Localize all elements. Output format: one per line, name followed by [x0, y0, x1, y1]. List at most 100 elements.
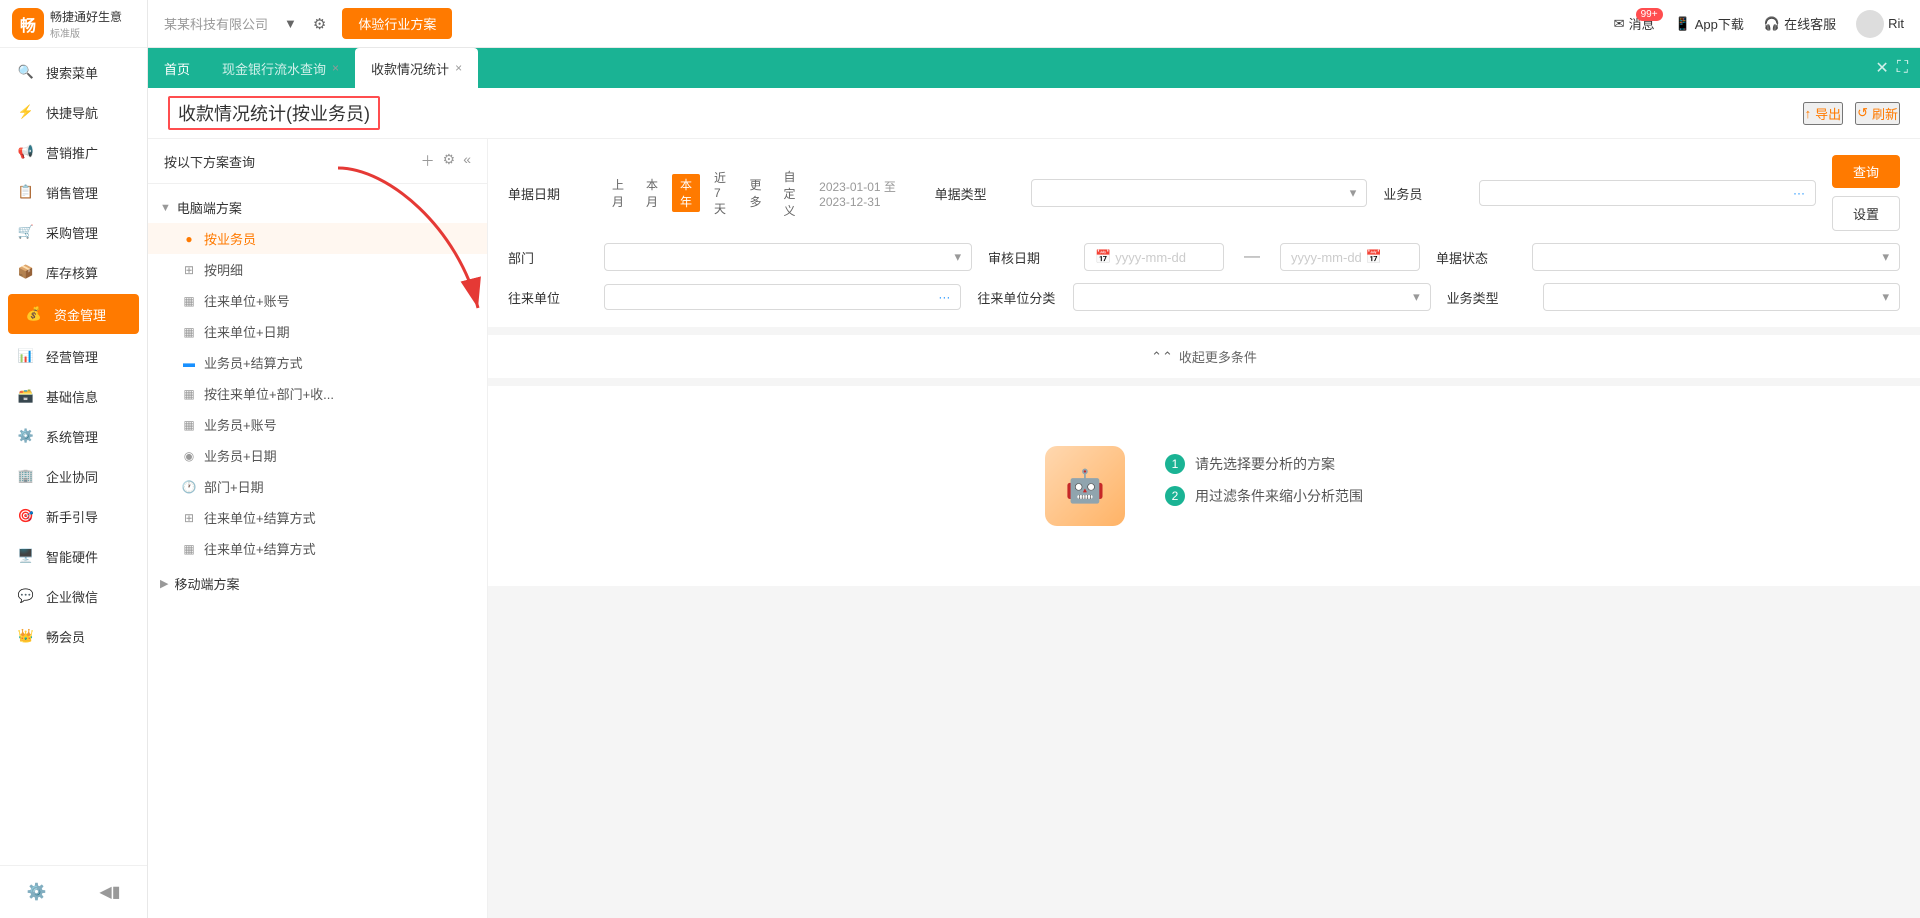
- collapse-up-icon: ⌃⌃: [1151, 349, 1173, 365]
- dept-date-icon: 🕐: [180, 478, 198, 496]
- sidebar-item-marketing[interactable]: 📢 营销推广: [0, 132, 147, 172]
- tab-bank-close[interactable]: ×: [332, 61, 339, 75]
- tree-item-dept-date[interactable]: 🕐 部门+日期: [148, 471, 487, 502]
- export-button[interactable]: ↑ 导出: [1803, 102, 1844, 125]
- tree-group-desktop-header[interactable]: ▼ 电脑端方案: [148, 192, 487, 223]
- counterparty-more-icon[interactable]: ···: [938, 290, 950, 304]
- tree-item-detail[interactable]: ⊞ 按明细: [148, 254, 487, 285]
- tree-item-unit-settlement2[interactable]: ▦ 往来单位+结算方式: [148, 533, 487, 564]
- sidebar-item-system[interactable]: ⚙️ 系统管理: [0, 416, 147, 456]
- content-layout: 按以下方案查询 ＋ ⚙ « ▼ 电脑端方案 ● 按业务员: [148, 139, 1920, 918]
- refresh-button[interactable]: ↺ 刷新: [1855, 102, 1900, 125]
- date-tab-lastmonth[interactable]: 上月: [604, 174, 632, 212]
- dept-arrow-icon: ▾: [954, 249, 961, 265]
- message-button[interactable]: ✉ 消息 99+: [1614, 14, 1655, 33]
- review-date-from[interactable]: 📅 yyyy-mm-dd: [1084, 243, 1224, 271]
- settings-button[interactable]: 设置: [1832, 196, 1900, 231]
- tree-item-salesperson-settlement[interactable]: ▬ 业务员+结算方式: [148, 347, 487, 378]
- detail-icon: ⊞: [180, 261, 198, 279]
- tab-home[interactable]: 首页: [148, 48, 206, 88]
- date-tab-thismonth[interactable]: 本月: [638, 174, 666, 212]
- tree-item-salesperson-account[interactable]: ▦ 业务员+账号: [148, 409, 487, 440]
- user-menu[interactable]: Rit: [1856, 10, 1904, 38]
- tree-group-mobile-header[interactable]: ▶ 移动端方案: [148, 568, 487, 599]
- doc-status-select[interactable]: ▾: [1532, 243, 1900, 271]
- headset-icon: 🎧: [1764, 16, 1780, 32]
- right-panel: 单据日期 上月 本月 本年 近7天 更多 自定义 2023-01-01 至 20…: [488, 139, 1920, 918]
- sidebar-item-sales[interactable]: 📋 销售管理: [0, 172, 147, 212]
- settings-scheme-icon[interactable]: ⚙: [443, 151, 456, 171]
- tree-item-unit-settlement1[interactable]: ⊞ 往来单位+结算方式: [148, 502, 487, 533]
- biz-type-select[interactable]: ▾: [1543, 283, 1900, 311]
- sidebar-item-quicknav[interactable]: ⚡ 快捷导航: [0, 92, 147, 132]
- message-icon: ✉: [1614, 16, 1625, 32]
- date-field: 上月 本月 本年 近7天 更多 自定义 2023-01-01 至 2023-12…: [604, 166, 919, 221]
- salesperson-more-icon[interactable]: ···: [1793, 186, 1805, 200]
- salesperson-select[interactable]: ···: [1479, 180, 1816, 206]
- unit-account-icon: ▦: [180, 292, 198, 310]
- collapse-icon[interactable]: ◀▮: [91, 874, 128, 910]
- tree-item-salesperson[interactable]: ● 按业务员: [148, 223, 487, 254]
- counterparty-cat-arrow-icon: ▾: [1413, 289, 1420, 305]
- gear-icon[interactable]: ⚙: [313, 15, 326, 33]
- sidebar-item-hardware[interactable]: 🖥️ 智能硬件: [0, 536, 147, 576]
- doctype-select[interactable]: ▾: [1031, 179, 1368, 207]
- sidebar-item-fund[interactable]: 💰 资金管理: [8, 294, 139, 334]
- tree-item-unit-account[interactable]: ▦ 往来单位+账号: [148, 285, 487, 316]
- empty-steps: 1 请先选择要分析的方案 2 用过滤条件来缩小分析范围: [1165, 454, 1363, 518]
- collapse-bar[interactable]: ⌃⌃ 收起更多条件: [488, 335, 1920, 378]
- tab-close-all-icon[interactable]: ✕: [1875, 58, 1888, 78]
- sidebar-item-basic[interactable]: 🗃️ 基础信息: [0, 376, 147, 416]
- dept-select[interactable]: ▾: [604, 243, 972, 271]
- date-tab-7days[interactable]: 近7天: [706, 167, 735, 219]
- tab-bank[interactable]: 现金银行流水查询 ×: [206, 48, 355, 88]
- review-date-to[interactable]: yyyy-mm-dd 📅: [1280, 243, 1420, 271]
- sidebar-item-company[interactable]: 🏢 企业协同: [0, 456, 147, 496]
- refresh-icon: ↺: [1857, 105, 1868, 121]
- logo-icon: 畅: [12, 8, 44, 40]
- date-tab-more[interactable]: 更多: [741, 174, 769, 212]
- counterparty-cat-label: 往来单位分类: [977, 288, 1057, 307]
- salesperson-date-icon: ◉: [180, 447, 198, 465]
- query-button[interactable]: 查询: [1832, 155, 1900, 188]
- collapse-panel-icon[interactable]: «: [463, 151, 471, 171]
- tree-item-unit-date[interactable]: ▦ 往来单位+日期: [148, 316, 487, 347]
- sidebar: 畅 畅捷通好生意 标准版 🔍 搜索菜单 ⚡ 快捷导航 📢 营销推广 📋 销售管理…: [0, 0, 148, 918]
- sidebar-item-search[interactable]: 🔍 搜索菜单: [0, 52, 147, 92]
- sidebar-item-wechat[interactable]: 💬 企业微信: [0, 576, 147, 616]
- tab-collection[interactable]: 收款情况统计 ×: [355, 48, 478, 88]
- sidebar-item-guide[interactable]: 🎯 新手引导: [0, 496, 147, 536]
- settings-icon[interactable]: ⚙️: [18, 874, 54, 910]
- sidebar-item-stock[interactable]: 📦 库存核算: [0, 252, 147, 292]
- date-tab-thisyear[interactable]: 本年: [672, 174, 700, 212]
- sidebar-item-purchase[interactable]: 🛒 采购管理: [0, 212, 147, 252]
- salesperson-label: 业务员: [1383, 184, 1463, 203]
- counterparty-select[interactable]: ···: [604, 284, 961, 310]
- header-dropdown[interactable]: ▼: [284, 16, 297, 31]
- sidebar-item-member[interactable]: 👑 畅会员: [0, 616, 147, 656]
- unit-settlement1-icon: ⊞: [180, 509, 198, 527]
- tab-expand-icon[interactable]: ⛶: [1897, 59, 1908, 77]
- tab-collection-close[interactable]: ×: [455, 61, 462, 75]
- step-2-num: 2: [1165, 486, 1185, 506]
- company-icon: 🏢: [16, 466, 36, 486]
- online-service-button[interactable]: 🎧 在线客服: [1764, 14, 1836, 33]
- tree-item-salesperson-date[interactable]: ◉ 业务员+日期: [148, 440, 487, 471]
- tab-bar: 首页 现金银行流水查询 × 收款情况统计 × ✕ ⛶: [148, 48, 1920, 88]
- date-tab-custom[interactable]: 自定义: [775, 166, 807, 221]
- sidebar-item-operate[interactable]: 📊 经营管理: [0, 336, 147, 376]
- app-download-button[interactable]: 📱 App下载: [1675, 14, 1744, 33]
- doc-status-label: 单据状态: [1436, 248, 1516, 267]
- trial-button[interactable]: 体验行业方案: [342, 8, 452, 39]
- search-icon: 🔍: [16, 62, 36, 82]
- date-label: 单据日期: [508, 184, 588, 203]
- filter-section: 单据日期 上月 本月 本年 近7天 更多 自定义 2023-01-01 至 20…: [488, 139, 1920, 327]
- unit-date-icon: ▦: [180, 323, 198, 341]
- empty-step-2: 2 用过滤条件来缩小分析范围: [1165, 486, 1363, 506]
- filter-row-2: 部门 ▾ 审核日期 📅 yyyy-mm-dd — yyyy-mm-dd 📅: [508, 243, 1900, 271]
- add-scheme-icon[interactable]: ＋: [421, 151, 435, 171]
- counterparty-cat-select[interactable]: ▾: [1073, 283, 1430, 311]
- tree-item-unit-dept[interactable]: ▦ 按往来单位+部门+收...: [148, 378, 487, 409]
- scheme-tree: ▼ 电脑端方案 ● 按业务员 ⊞ 按明细 ▦ 往来单位+账号: [148, 184, 487, 611]
- page-title: 收款情况统计(按业务员): [168, 96, 380, 130]
